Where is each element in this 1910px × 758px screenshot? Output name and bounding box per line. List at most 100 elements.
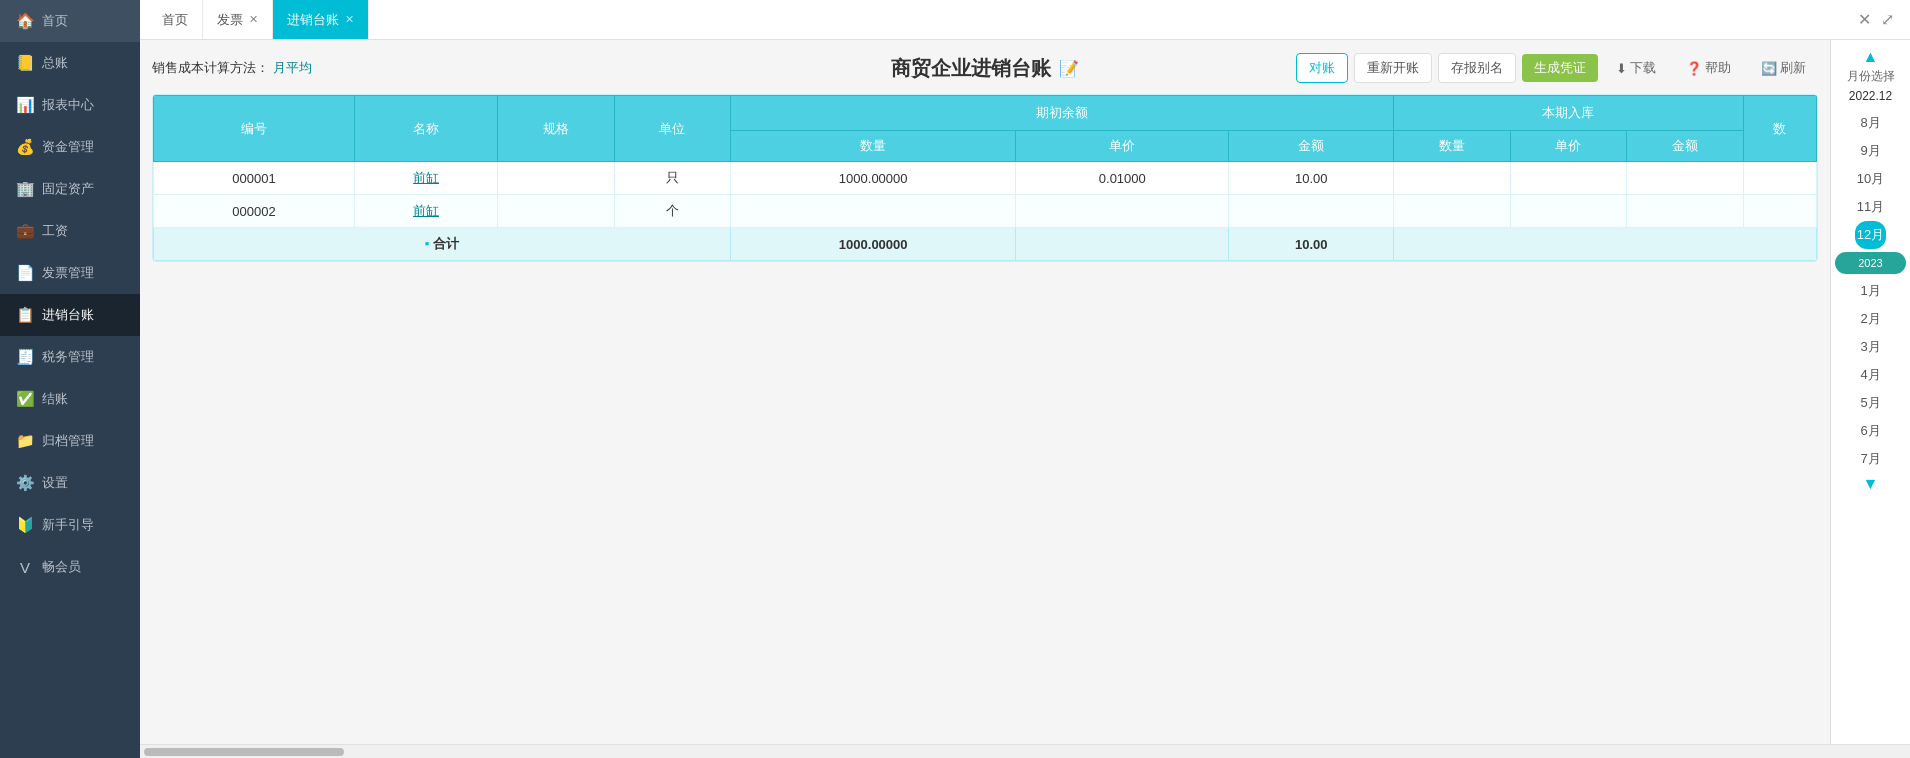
salary-icon: 💼 bbox=[16, 222, 34, 240]
month-item-2023-3月[interactable]: 3月 bbox=[1858, 333, 1882, 361]
sidebar-item-assets[interactable]: 🏢固定资产 bbox=[0, 168, 140, 210]
tab-label: 发票 bbox=[217, 11, 243, 29]
sales-method-value: 月平均 bbox=[273, 60, 312, 75]
scroll-down-btn[interactable]: ▼ bbox=[1861, 473, 1881, 495]
page-title-area: 商贸企业进销台账 📝 bbox=[891, 55, 1079, 82]
expand-window-btn[interactable]: ⤢ bbox=[1881, 10, 1894, 29]
download-icon: ⬇ bbox=[1616, 61, 1627, 76]
generate-button[interactable]: 生成凭证 bbox=[1522, 54, 1598, 82]
cell-qty-init: 1000.00000 bbox=[731, 162, 1016, 195]
cell-spec bbox=[498, 162, 614, 195]
tab-发票[interactable]: 发票 ✕ bbox=[203, 0, 273, 39]
tab-label: 进销台账 bbox=[287, 11, 339, 29]
month-item-2023-7月[interactable]: 7月 bbox=[1858, 445, 1882, 473]
sidebar: 🏠首页 📒 总账 📊报表中心 💰 资金管理 🏢固定资产 💼 工资 📄发票管理📋进销台账🧾税务管理✅… bbox=[0, 0, 140, 758]
cell-price-init: 0.01000 bbox=[1016, 162, 1229, 195]
cell-amt-init bbox=[1229, 195, 1394, 228]
cell-price-in bbox=[1510, 162, 1626, 195]
tab-close[interactable]: ✕ bbox=[249, 13, 258, 26]
month-item-2023-6月[interactable]: 6月 bbox=[1858, 417, 1882, 445]
months-2022: 8月9月10月11月12月 bbox=[1855, 109, 1886, 249]
close-window-btn[interactable]: ✕ bbox=[1858, 10, 1871, 29]
sidebar-item-ledger[interactable]: 📒 总账 bbox=[0, 42, 140, 84]
duizhang-button[interactable]: 对账 bbox=[1296, 53, 1348, 83]
sidebar-item-home[interactable]: 🏠首页 bbox=[0, 0, 140, 42]
cell-spec bbox=[498, 195, 614, 228]
bottom-scrollbar[interactable] bbox=[140, 744, 1910, 758]
col-group-opening: 期初余额 bbox=[731, 96, 1394, 131]
sidebar-item-fund[interactable]: 💰 资金管理 bbox=[0, 126, 140, 168]
sidebar-item-archive[interactable]: 📁归档管理 bbox=[0, 420, 140, 462]
sidebar-label-checkout: 结账 bbox=[42, 390, 68, 408]
month-item-2022-12月[interactable]: 12月 bbox=[1855, 221, 1886, 249]
total-empty bbox=[1394, 228, 1817, 261]
month-item-2023-5月[interactable]: 5月 bbox=[1858, 389, 1882, 417]
month-item-2022-11月[interactable]: 11月 bbox=[1855, 193, 1886, 221]
download-button[interactable]: ⬇ 下载 bbox=[1604, 54, 1668, 82]
col-amt-in: 金额 bbox=[1627, 131, 1743, 162]
cell-name[interactable]: 前缸 bbox=[355, 195, 498, 228]
save-as-button[interactable]: 存报别名 bbox=[1438, 53, 1516, 83]
total-price-init bbox=[1016, 228, 1229, 261]
settings-icon: ⚙️ bbox=[16, 474, 34, 492]
sidebar-item-salary[interactable]: 💼 工资 bbox=[0, 210, 140, 252]
tab-label: 首页 bbox=[162, 11, 188, 29]
archive-icon: 📁 bbox=[16, 432, 34, 450]
assets-icon: 🏢 bbox=[16, 180, 34, 198]
scroll-thumb[interactable] bbox=[144, 748, 344, 756]
sidebar-item-tax[interactable]: 🧾税务管理 bbox=[0, 336, 140, 378]
month-item-2022-8月[interactable]: 8月 bbox=[1855, 109, 1886, 137]
sidebar-label-fund: 资金管理 bbox=[42, 138, 94, 156]
main-area: 首页发票✕进销台账✕ ✕ ⤢ 销售成本计算方法： 月平均 商贸企业进销台账 📝 … bbox=[140, 0, 1910, 758]
total-label: ▪合计 bbox=[154, 228, 731, 261]
sidebar-label-salary: 工资 bbox=[42, 222, 68, 240]
sidebar-item-settings[interactable]: ⚙️ 设置 bbox=[0, 462, 140, 504]
reopen-button[interactable]: 重新开账 bbox=[1354, 53, 1432, 83]
col-unit: 单位 bbox=[614, 96, 730, 162]
fund-icon: 💰 bbox=[16, 138, 34, 156]
col-id: 编号 bbox=[154, 96, 355, 162]
main-table-container: 编号 名称 规格 单位 期初余额 本期入库 数 数量 单价 金额 数 bbox=[152, 94, 1818, 262]
sidebar-item-checkout[interactable]: ✅结账 bbox=[0, 378, 140, 420]
total-amt-init: 10.00 bbox=[1229, 228, 1394, 261]
table-row: 000002 前缸 个 bbox=[154, 195, 1817, 228]
cell-id: 000001 bbox=[154, 162, 355, 195]
sidebar-label-tax: 税务管理 bbox=[42, 348, 94, 366]
report-icon: 📊 bbox=[16, 96, 34, 114]
sidebar-label-ledger: 总账 bbox=[42, 54, 68, 72]
table-row: 000001 前缸 只 1000.00000 0.01000 10.00 bbox=[154, 162, 1817, 195]
sidebar-item-invoice[interactable]: 📄发票管理 bbox=[0, 252, 140, 294]
sales-method-text: 销售成本计算方法： bbox=[152, 60, 269, 75]
month-item-2022-9月[interactable]: 9月 bbox=[1855, 137, 1886, 165]
cell-unit: 只 bbox=[614, 162, 730, 195]
sidebar-item-report[interactable]: 📊报表中心 bbox=[0, 84, 140, 126]
sidebar-label-settings: 设置 bbox=[42, 474, 68, 492]
cell-qty-in bbox=[1394, 162, 1510, 195]
month-panel: ▲ 月份选择 2022.12 8月9月10月11月12月 2023 1月2月3月… bbox=[1830, 40, 1910, 744]
sidebar-item-guide[interactable]: 🔰新手引导 bbox=[0, 504, 140, 546]
month-item-2022-10月[interactable]: 10月 bbox=[1855, 165, 1886, 193]
month-item-2023-1月[interactable]: 1月 bbox=[1858, 277, 1882, 305]
tab-close[interactable]: ✕ bbox=[345, 13, 354, 26]
sidebar-item-purchase-sale[interactable]: 📋进销台账 bbox=[0, 294, 140, 336]
months-2023: 1月2月3月4月5月6月7月 bbox=[1858, 277, 1882, 473]
ledger-icon: 📒 bbox=[16, 54, 34, 72]
table-total-row: ▪合计 1000.00000 10.00 bbox=[154, 228, 1817, 261]
month-item-2023-4月[interactable]: 4月 bbox=[1858, 361, 1882, 389]
month-item-2023-2月[interactable]: 2月 bbox=[1858, 305, 1882, 333]
tab-进销台账[interactable]: 进销台账 ✕ bbox=[273, 0, 369, 39]
tab-首页[interactable]: 首页 bbox=[148, 0, 203, 39]
table-body: 000001 前缸 只 1000.00000 0.01000 10.00 000… bbox=[154, 162, 1817, 261]
month-panel-title: 月份选择 bbox=[1847, 68, 1895, 85]
col-more: 数 bbox=[1743, 96, 1816, 162]
sidebar-item-vip[interactable]: V畅会员 bbox=[0, 546, 140, 588]
col-name: 名称 bbox=[355, 96, 498, 162]
help-button[interactable]: ❓ 帮助 bbox=[1674, 54, 1743, 82]
refresh-button[interactable]: 🔄 刷新 bbox=[1749, 54, 1818, 82]
sidebar-label-guide: 新手引导 bbox=[42, 516, 94, 534]
edit-icon[interactable]: 📝 bbox=[1059, 59, 1079, 78]
toolbar-btns: 对账 重新开账 存报别名 生成凭证 ⬇ 下载 ❓ 帮助 🔄 刷新 bbox=[1296, 53, 1818, 83]
page-title: 商贸企业进销台账 bbox=[891, 55, 1051, 82]
scroll-up-btn[interactable]: ▲ bbox=[1861, 46, 1881, 68]
cell-name[interactable]: 前缸 bbox=[355, 162, 498, 195]
